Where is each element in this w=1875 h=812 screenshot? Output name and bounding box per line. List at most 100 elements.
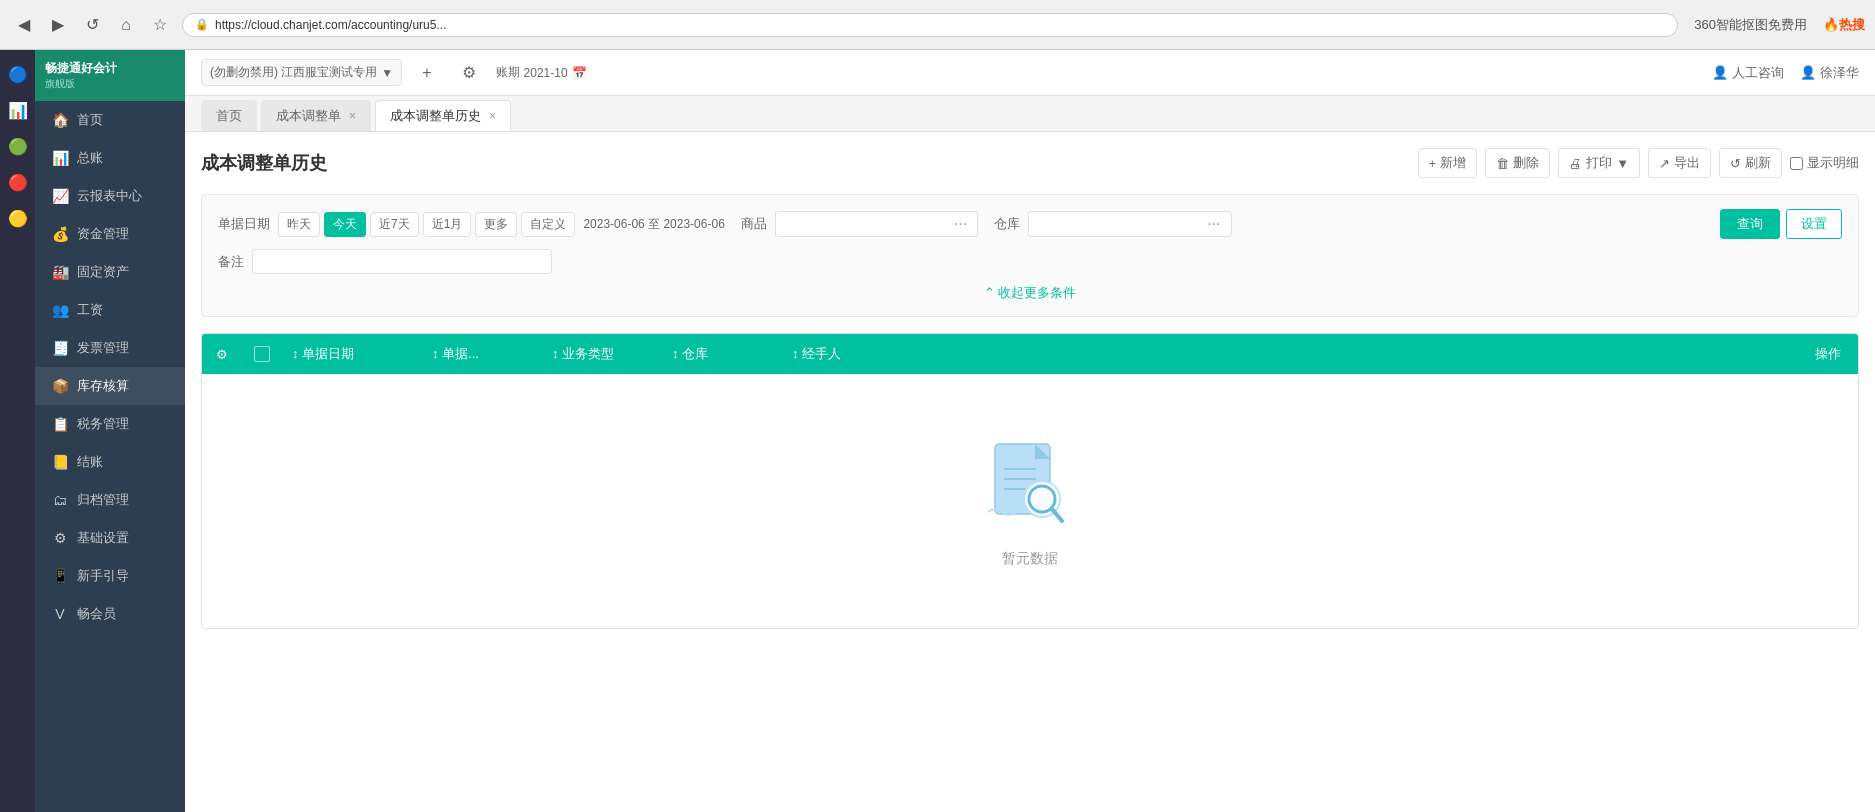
strip-icon-4[interactable]: 🔴 [4, 168, 32, 196]
print-btn[interactable]: 🖨 打印 ▼ [1558, 148, 1640, 178]
date-btn-1month[interactable]: 近1月 [423, 212, 472, 237]
sidebar-label-reports: 云报表中心 [77, 187, 142, 205]
hot-search-btn[interactable]: 🔥热搜 [1823, 16, 1865, 34]
tab-home[interactable]: 首页 [201, 100, 257, 131]
home-button[interactable]: ⌂ [112, 11, 140, 39]
settlement-icon: 📒 [51, 454, 69, 470]
date-range-text: 2023-06-06 至 2023-06-06 [583, 216, 724, 233]
sidebar-item-vip[interactable]: V 畅会员 [35, 595, 185, 633]
col-settings[interactable]: ⚙ [202, 347, 242, 362]
note-input[interactable] [252, 249, 552, 274]
col-person[interactable]: ↕ 经手人 [782, 345, 902, 363]
col-type[interactable]: ↕ 业务类型 [542, 345, 662, 363]
search-tool[interactable]: 360智能抠图免费用 [1686, 13, 1815, 37]
strip-icon-5[interactable]: 🟡 [4, 204, 32, 232]
sidebar-label-guide: 新手引导 [77, 567, 129, 585]
goods-input[interactable] [782, 217, 950, 232]
sidebar-item-inventory[interactable]: 📦 库存核算 [35, 367, 185, 405]
back-button[interactable]: ◀ [10, 11, 38, 39]
strip-icon-1[interactable]: 🔵 [4, 60, 32, 88]
sidebar-item-reports[interactable]: 📈 云报表中心 [35, 177, 185, 215]
date-btn-more[interactable]: 更多 [475, 212, 517, 237]
date-btn-today[interactable]: 今天 [324, 212, 366, 237]
sidebar-item-invoice[interactable]: 🧾 发票管理 [35, 329, 185, 367]
sidebar-logo-sub: 旗舰版 [45, 77, 117, 91]
refresh-icon: ↺ [1730, 156, 1741, 171]
sidebar-item-tax[interactable]: 📋 税务管理 [35, 405, 185, 443]
company-selector[interactable]: (勿删勿禁用) 江西服宝测试专用 ▼ [201, 59, 402, 86]
page-actions: + 新增 🗑 删除 🖨 打印 ▼ ↗ 导出 [1418, 148, 1859, 178]
star-button[interactable]: ☆ [146, 11, 174, 39]
delete-label: 删除 [1513, 154, 1539, 172]
page-header: 成本调整单历史 + 新增 🗑 删除 🖨 打印 ▼ [201, 148, 1859, 178]
new-btn[interactable]: + 新增 [1418, 148, 1478, 178]
date-buttons: 昨天 今天 近7天 近1月 更多 自定义 [278, 212, 575, 237]
sidebar-item-settlement[interactable]: 📒 结账 [35, 443, 185, 481]
sidebar-item-ledger[interactable]: 📊 总账 [35, 139, 185, 177]
show-columns-checkbox[interactable] [1790, 157, 1803, 170]
tab-cost-adjust-history-close[interactable]: × [489, 109, 496, 123]
app-container: 🔵 📊 🟢 🔴 🟡 畅捷通好会计 旗舰版 🏠 首页 📊 总账 📈 云报表中心 [0, 50, 1875, 812]
delete-btn[interactable]: 🗑 删除 [1485, 148, 1550, 178]
warehouse-input[interactable] [1035, 217, 1203, 232]
goods-ellipsis-btn[interactable]: ··· [950, 215, 971, 233]
user-profile-btn[interactable]: 👤 徐泽华 [1800, 64, 1859, 82]
browser-tools: 360智能抠图免费用 🔥热搜 [1686, 13, 1865, 37]
tab-cost-adjust[interactable]: 成本调整单 × [261, 100, 371, 131]
tab-bar: 首页 成本调整单 × 成本调整单历史 × [185, 96, 1875, 132]
sidebar-item-payroll[interactable]: 👥 工资 [35, 291, 185, 329]
table-container: ⚙ ↕ 单据日期 ↕ 单据... ↕ 业务类型 ↕ 仓库 [201, 333, 1859, 629]
refresh-btn[interactable]: ↺ 刷新 [1719, 148, 1782, 178]
inventory-icon: 📦 [51, 378, 69, 394]
strip-icon-2[interactable]: 📊 [4, 96, 32, 124]
col-warehouse[interactable]: ↕ 仓库 [662, 345, 782, 363]
consult-btn[interactable]: 👤 人工咨询 [1712, 64, 1784, 82]
date-btn-7days[interactable]: 近7天 [370, 212, 419, 237]
delete-icon: 🗑 [1496, 156, 1509, 171]
warehouse-label: 仓库 [994, 215, 1020, 233]
col-warehouse-label: ↕ 仓库 [672, 345, 708, 363]
url-text: https://cloud.chanjet.com/accounting/uru… [215, 18, 446, 32]
date-btn-yesterday[interactable]: 昨天 [278, 212, 320, 237]
address-bar[interactable]: 🔒 https://cloud.chanjet.com/accounting/u… [182, 13, 1678, 37]
period-info: 账期 2021-10 📅 [496, 64, 587, 81]
col-date[interactable]: ↕ 单据日期 [282, 345, 422, 363]
query-btn[interactable]: 查询 [1720, 209, 1780, 239]
forward-button[interactable]: ▶ [44, 11, 72, 39]
sidebar-item-fixed-assets[interactable]: 🏭 固定资产 [35, 253, 185, 291]
sidebar-item-guide[interactable]: 📱 新手引导 [35, 557, 185, 595]
goods-filter-group: 商品 ··· [741, 211, 978, 237]
sidebar-label-invoice: 发票管理 [77, 339, 129, 357]
sidebar-item-home[interactable]: 🏠 首页 [35, 101, 185, 139]
collapse-filter-btn[interactable]: ⌃ 收起更多条件 [984, 284, 1077, 302]
col-checkbox [242, 346, 282, 362]
sidebar-item-funds[interactable]: 💰 资金管理 [35, 215, 185, 253]
add-company-btn[interactable]: + [412, 59, 441, 87]
col-number[interactable]: ↕ 单据... [422, 345, 542, 363]
warehouse-ellipsis-btn[interactable]: ··· [1203, 215, 1224, 233]
user-avatar-icon: 👤 [1800, 65, 1816, 80]
print-label: 打印 [1586, 154, 1612, 172]
new-icon: + [1429, 156, 1437, 171]
header-checkbox[interactable] [254, 346, 270, 362]
refresh-button[interactable]: ↺ [78, 11, 106, 39]
tab-cost-adjust-close[interactable]: × [349, 109, 356, 123]
sidebar-item-archive[interactable]: 🗂 归档管理 [35, 481, 185, 519]
col-ops-label: 操作 [1815, 345, 1841, 363]
warehouse-filter-group: 仓库 ··· [994, 211, 1231, 237]
company-settings-btn[interactable]: ⚙ [452, 58, 486, 87]
sidebar-item-settings[interactable]: ⚙ 基础设置 [35, 519, 185, 557]
strip-icon-3[interactable]: 🟢 [4, 132, 32, 160]
sidebar-label-inventory: 库存核算 [77, 377, 129, 395]
new-label: 新增 [1440, 154, 1466, 172]
query-settings-group: 查询 设置 [1720, 209, 1842, 239]
sidebar-label-vip: 畅会员 [77, 605, 116, 623]
export-btn[interactable]: ↗ 导出 [1648, 148, 1711, 178]
period-value: 2021-10 [524, 66, 568, 80]
date-btn-custom[interactable]: 自定义 [521, 212, 575, 237]
tab-cost-adjust-history[interactable]: 成本调整单历史 × [375, 100, 511, 131]
sidebar-label-settlement: 结账 [77, 453, 103, 471]
col-date-label: ↕ 单据日期 [292, 345, 354, 363]
archive-icon: 🗂 [51, 492, 69, 508]
settings-query-btn[interactable]: 设置 [1786, 209, 1842, 239]
